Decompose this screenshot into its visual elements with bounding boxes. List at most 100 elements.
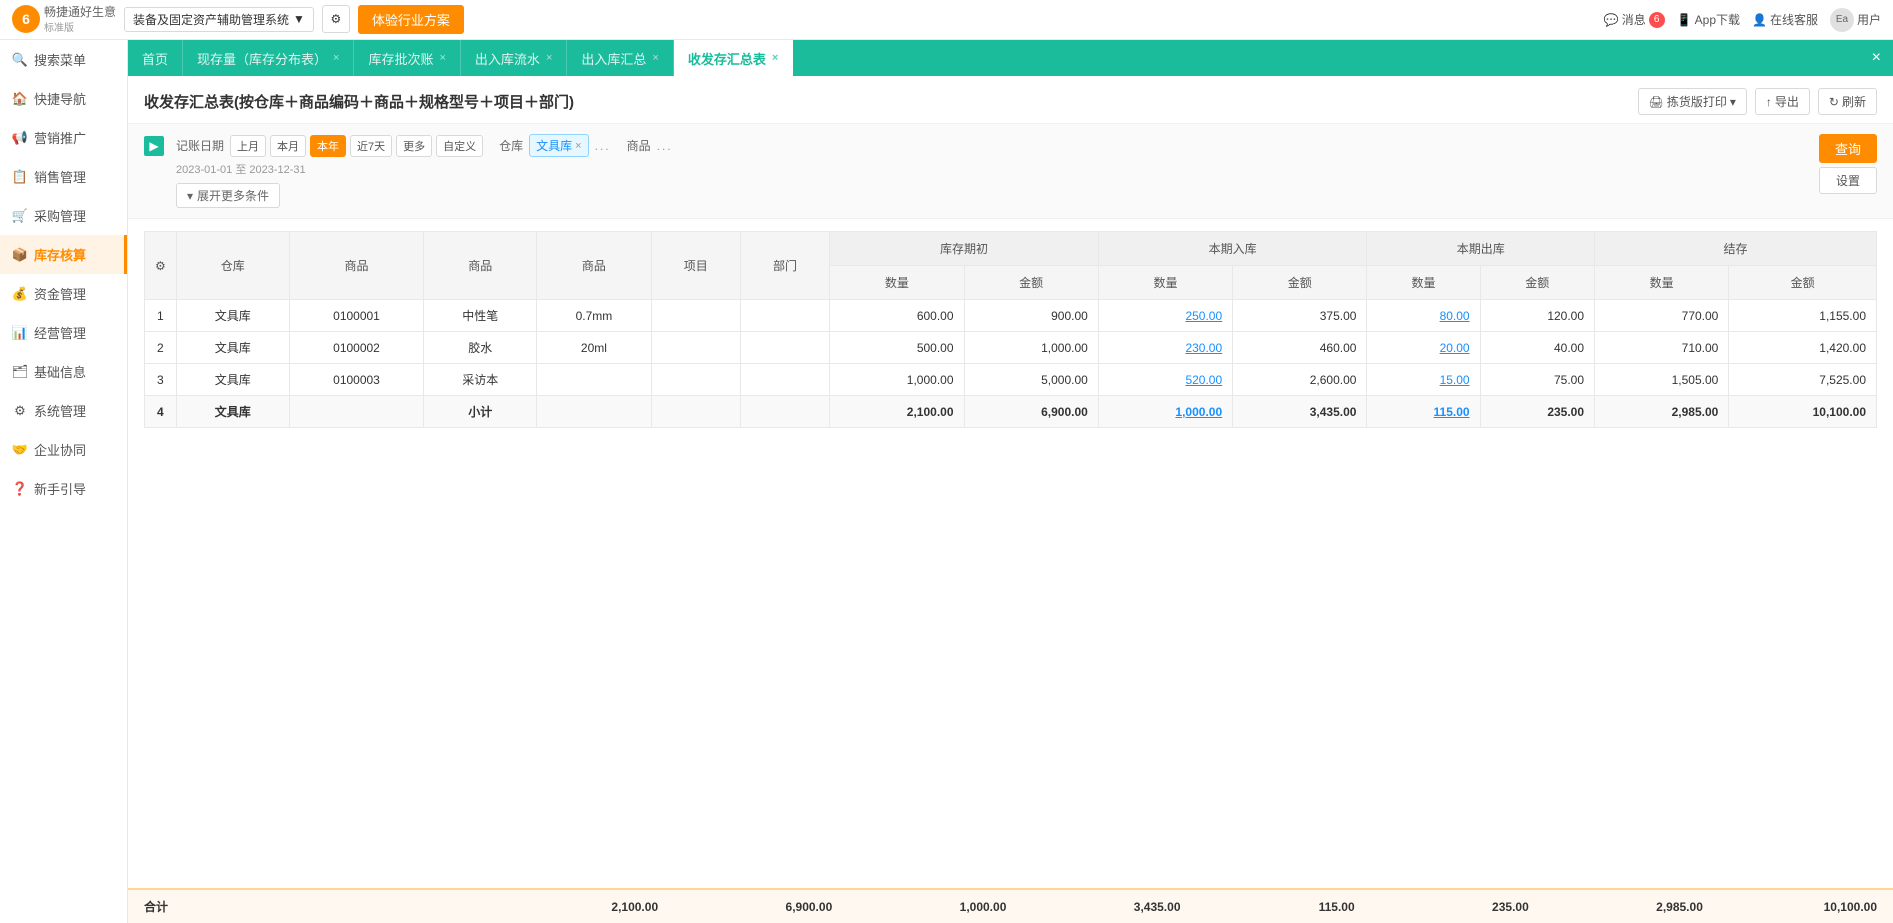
table-cell-goods-code <box>289 396 423 428</box>
app-download-label: App下载 <box>1695 11 1740 28</box>
filter-row-1: 记账日期 上月 本月 本年 近7天 更多 自定义 <box>176 134 1807 157</box>
expand-conditions-button[interactable]: ▾ 展开更多条件 <box>176 183 280 208</box>
app-brand-sub: 标准版 <box>44 19 116 34</box>
download-icon: 📱 <box>1677 13 1692 27</box>
tab-batch[interactable]: 库存批次账 × <box>354 40 460 76</box>
tab-home[interactable]: 首页 <box>128 40 183 76</box>
sidebar-item-operations[interactable]: 📊 经营管理 <box>0 313 127 352</box>
date-btn-this-year[interactable]: 本年 <box>310 135 346 157</box>
table-cell-out-qty[interactable]: 115.00 <box>1367 396 1480 428</box>
message-badge: 6 <box>1649 12 1665 28</box>
table-cell-in-amt: 2,600.00 <box>1233 364 1367 396</box>
table-cell-in-qty[interactable]: 230.00 <box>1098 332 1232 364</box>
online-service-button[interactable]: 👤 在线客服 <box>1752 11 1818 28</box>
tab-in-out-flow-label: 出入库流水 <box>475 49 540 68</box>
print-label: 拣货版打印 <box>1667 93 1727 110</box>
table-cell-out-amt: 40.00 <box>1480 332 1594 364</box>
app-download-button[interactable]: 📱 App下载 <box>1677 11 1740 28</box>
table-cell-goods-spec: 20ml <box>537 332 651 364</box>
th-department: 部门 <box>740 232 829 300</box>
tab-recv-send-summary[interactable]: 收发存汇总表 × <box>674 40 793 76</box>
system-selector[interactable]: 装备及固定资产辅助管理系统 ▼ <box>124 7 314 32</box>
table-cell-open-amt: 900.00 <box>964 300 1098 332</box>
table-cell-open-qty: 500.00 <box>830 332 964 364</box>
sidebar-label-marketing: 营销推广 <box>34 128 86 147</box>
sidebar-item-finance[interactable]: 💰 资金管理 <box>0 274 127 313</box>
sidebar-item-marketing[interactable]: 📢 营销推广 <box>0 118 127 157</box>
date-btn-custom[interactable]: 自定义 <box>436 135 483 157</box>
warehouse-more-button[interactable]: ... <box>595 139 611 153</box>
message-button[interactable]: 💬 消息 6 <box>1604 11 1665 28</box>
tab-inventory-dist[interactable]: 现存量（库存分布表） × <box>183 40 354 76</box>
table-cell-out-qty[interactable]: 80.00 <box>1367 300 1480 332</box>
date-btn-this-month[interactable]: 本月 <box>270 135 306 157</box>
refresh-button[interactable]: ↻ 刷新 <box>1818 88 1877 115</box>
th-settings[interactable]: ⚙ <box>145 232 177 300</box>
th-close-qty: 数量 <box>1595 266 1729 300</box>
query-button[interactable]: 查询 <box>1819 134 1877 163</box>
warehouse-tag: 文具库 × <box>529 134 588 157</box>
sidebar-item-search[interactable]: 🔍 搜索菜单 <box>0 40 127 79</box>
warehouse-tag-remove[interactable]: × <box>575 140 581 152</box>
trial-button[interactable]: 体验行业方案 <box>358 5 464 34</box>
date-btn-7days[interactable]: 近7天 <box>350 135 392 157</box>
table-cell-in-qty[interactable]: 250.00 <box>1098 300 1232 332</box>
table-cell-out-qty[interactable]: 15.00 <box>1367 364 1480 396</box>
top-bar: 6 畅捷通好生意 标准版 装备及固定资产辅助管理系统 ▼ ⚙ 体验行业方案 💬 … <box>0 0 1893 40</box>
footer-out-amt: 235.00 <box>1355 900 1529 914</box>
table-cell-goods-name: 中性笔 <box>424 300 537 332</box>
chevron-down-icon: ▾ <box>187 189 193 203</box>
table-cell-open-amt: 5,000.00 <box>964 364 1098 396</box>
table-cell-in-qty[interactable]: 1,000.00 <box>1098 396 1232 428</box>
sidebar-item-quick[interactable]: 🏠 快捷导航 <box>0 79 127 118</box>
sidebar-item-system[interactable]: ⚙ 系统管理 <box>0 391 127 430</box>
footer-label: 合计 <box>144 898 484 915</box>
footer-in-qty: 1,000.00 <box>832 900 1006 914</box>
goods-more-button[interactable]: ... <box>657 139 673 153</box>
table-cell-out-qty[interactable]: 20.00 <box>1367 332 1480 364</box>
tab-in-out-flow[interactable]: 出入库流水 × <box>461 40 567 76</box>
table-cell-no: 4 <box>145 396 177 428</box>
date-btn-more[interactable]: 更多 <box>396 135 432 157</box>
chevron-down-icon: ▾ <box>1730 95 1736 109</box>
export-button[interactable]: ↑ 导出 <box>1755 88 1810 115</box>
tab-recv-send-summary-close[interactable]: × <box>772 52 778 64</box>
tab-in-out-summary-close[interactable]: × <box>652 52 658 64</box>
warehouse-filter-group: 仓库 文具库 × ... <box>499 134 610 157</box>
date-range-text: 2023-01-01 至 2023-12-31 <box>176 164 306 176</box>
tab-in-out-flow-close[interactable]: × <box>546 52 552 64</box>
gear-button[interactable]: ⚙ <box>322 5 350 33</box>
table-cell-department <box>740 364 829 396</box>
table-cell-close-qty: 770.00 <box>1595 300 1729 332</box>
setting-button[interactable]: 设置 <box>1819 167 1877 194</box>
finance-icon: 💰 <box>12 286 28 302</box>
sidebar-item-newbie[interactable]: ❓ 新手引导 <box>0 469 127 508</box>
print-icon: 🖨 <box>1649 95 1664 109</box>
date-btn-last-month[interactable]: 上月 <box>230 135 266 157</box>
sidebar-label-search: 搜索菜单 <box>34 50 86 69</box>
tab-inventory-dist-close[interactable]: × <box>333 52 339 64</box>
sidebar-item-purchase[interactable]: 🛒 采购管理 <box>0 196 127 235</box>
tab-batch-close[interactable]: × <box>439 52 445 64</box>
sales-icon: 📋 <box>12 169 28 185</box>
sidebar-label-finance: 资金管理 <box>34 284 86 303</box>
date-buttons: 上月 本月 本年 近7天 更多 自定义 <box>230 135 483 157</box>
tab-bar-close-all[interactable]: × <box>1860 49 1893 67</box>
th-open-qty: 数量 <box>830 266 964 300</box>
sidebar-item-inventory[interactable]: 📦 库存核算 <box>0 235 127 274</box>
th-out-period-group: 本期出库 <box>1367 232 1595 266</box>
date-range-display: 2023-01-01 至 2023-12-31 <box>176 161 1807 177</box>
filter-toggle-button[interactable]: ▶ <box>144 136 164 156</box>
tab-in-out-summary[interactable]: 出入库汇总 × <box>567 40 673 76</box>
th-project: 项目 <box>651 232 740 300</box>
footer-open-qty: 2,100.00 <box>484 900 658 914</box>
th-in-qty: 数量 <box>1098 266 1232 300</box>
sidebar-item-sales[interactable]: 📋 销售管理 <box>0 157 127 196</box>
table-cell-in-qty[interactable]: 520.00 <box>1098 364 1232 396</box>
user-button[interactable]: Ea 用户 <box>1830 8 1881 32</box>
sidebar-item-collab[interactable]: 🤝 企业协同 <box>0 430 127 469</box>
table-cell-project <box>651 364 740 396</box>
sidebar-item-basic[interactable]: 🗂 基础信息 <box>0 352 127 391</box>
print-button[interactable]: 🖨 拣货版打印 ▾ <box>1638 88 1747 115</box>
table-area: ⚙ 仓库 商品 商品 商品 项目 部门 库存期初 本期入库 本期出库 结存 <box>128 219 1893 440</box>
